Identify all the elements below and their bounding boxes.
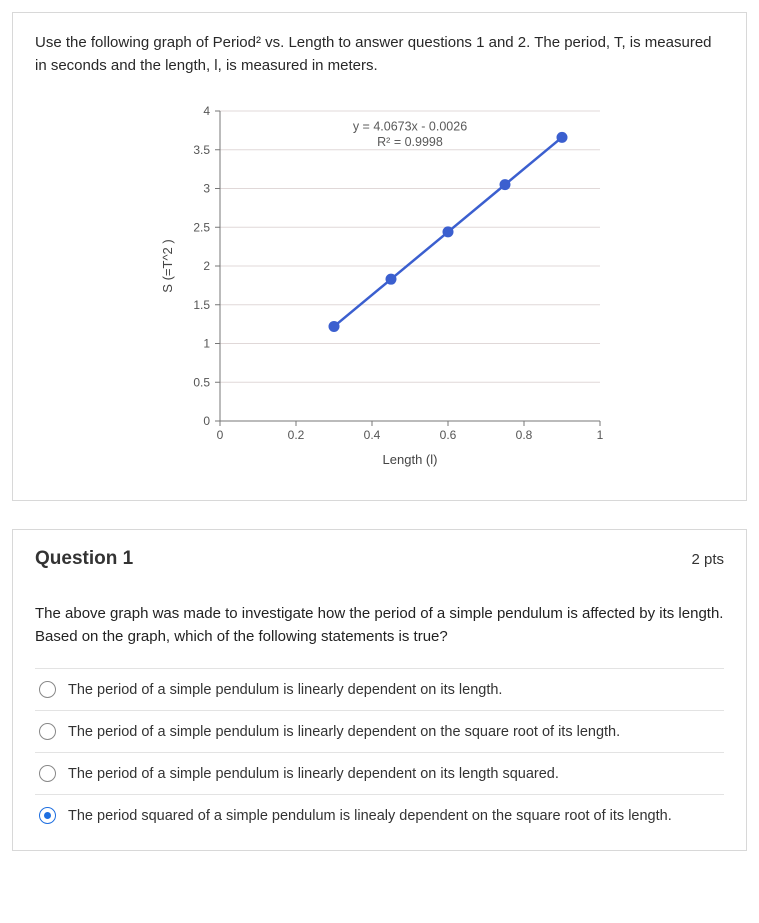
y-tick-label: 3 (203, 181, 210, 195)
x-tick-label: 0.8 (515, 428, 532, 442)
option-label-0: The period of a simple pendulum is linea… (68, 682, 502, 698)
question-panel: Question 1 2 pts The above graph was mad… (12, 529, 747, 852)
context-instruction: Use the following graph of Period² vs. L… (35, 31, 724, 78)
option-row-0[interactable]: The period of a simple pendulum is linea… (35, 668, 724, 710)
option-radio-1[interactable] (39, 723, 56, 740)
y-tick-label: 0 (203, 414, 210, 428)
chart-container: 0 0.5 1 1.5 2 2.5 3 3.5 4 0 0.2 0.4 0.6 0.8 1 Length (l… (35, 96, 724, 476)
trend-annotation: y = 4.0673x - 0.0026R² = 0.9998 (352, 119, 466, 149)
option-radio-0[interactable] (39, 681, 56, 698)
option-label-1: The period of a simple pendulum is linea… (68, 724, 620, 740)
data-point (499, 179, 510, 190)
question-points: 2 pts (691, 551, 724, 568)
data-point (442, 226, 453, 237)
y-axis-label: S (=T^2 ) (160, 239, 175, 292)
y-tick-label: 2 (203, 259, 210, 273)
y-tick-label: 1.5 (193, 297, 210, 311)
question-header: Question 1 2 pts (35, 548, 724, 584)
period-vs-length-chart: 0 0.5 1 1.5 2 2.5 3 3.5 4 0 0.2 0.4 0.6 0.8 1 Length (l… (140, 96, 620, 476)
y-ticks: 0 0.5 1 1.5 2 2.5 3 3.5 4 (193, 104, 220, 428)
y-tick-label: 3.5 (193, 142, 210, 156)
question-title: Question 1 (35, 548, 133, 570)
trend-equation: y = 4.0673x - 0.0026 (352, 119, 466, 133)
x-tick-label: 0.2 (287, 428, 304, 442)
option-row-3[interactable]: The period squared of a simple pendulum … (35, 794, 724, 826)
options-list: The period of a simple pendulum is linea… (35, 668, 724, 826)
y-tick-label: 0.5 (193, 375, 210, 389)
question-body: The above graph was made to investigate … (35, 602, 724, 649)
data-point (556, 131, 567, 142)
option-label-3: The period squared of a simple pendulum … (68, 808, 672, 824)
x-tick-label: 1 (596, 428, 603, 442)
x-ticks: 0 0.2 0.4 0.6 0.8 1 (216, 421, 603, 442)
y-tick-label: 2.5 (193, 220, 210, 234)
grid (220, 111, 600, 421)
data-point (328, 320, 339, 331)
x-tick-label: 0.4 (363, 428, 380, 442)
x-tick-label: 0 (216, 428, 223, 442)
option-radio-3[interactable] (39, 807, 56, 824)
option-row-1[interactable]: The period of a simple pendulum is linea… (35, 710, 724, 752)
trend-r2: R² = 0.9998 (377, 134, 443, 148)
x-tick-label: 0.6 (439, 428, 456, 442)
context-panel: Use the following graph of Period² vs. L… (12, 12, 747, 501)
option-label-2: The period of a simple pendulum is linea… (68, 766, 559, 782)
data-point (385, 273, 396, 284)
option-radio-2[interactable] (39, 765, 56, 782)
option-row-2[interactable]: The period of a simple pendulum is linea… (35, 752, 724, 794)
y-tick-label: 4 (203, 104, 210, 118)
y-tick-label: 1 (203, 336, 210, 350)
x-axis-label: Length (l) (382, 452, 437, 467)
